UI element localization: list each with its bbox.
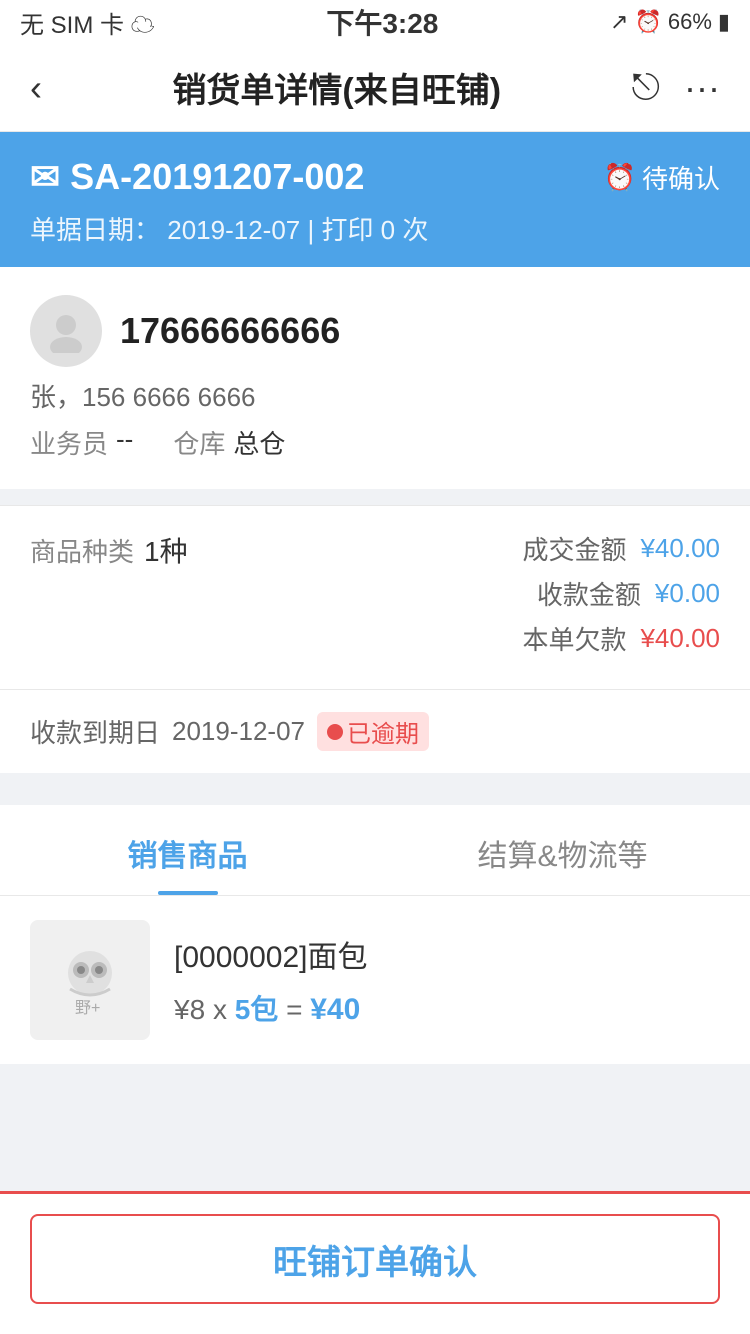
nav-right-actions: ⎋ ··· (632, 66, 720, 109)
salesperson-value: -- (116, 424, 133, 461)
date-value: 2019-12-07 (167, 215, 300, 245)
owed-row: 本单欠款 ¥40.00 (522, 620, 720, 657)
order-date: 单据日期： 2019-12-07 | 打印 0 次 (30, 210, 720, 247)
confirm-button-wrap: 旺铺订单确认 (0, 1191, 750, 1334)
section-gap (0, 789, 750, 805)
overdue-badge: 已逾期 (317, 712, 429, 751)
amount-row: 成交金额 ¥40.00 (522, 530, 720, 567)
status-bar: 无 SIM 卡 ☁ 下午3:28 ↗ ⏰ 66% ▮ (0, 0, 750, 44)
product-item: 野+ [0000002]面包 ¥8 x 5包 = ¥40 (0, 896, 750, 1064)
product-details: [0000002]面包 ¥8 x 5包 = ¥40 (174, 932, 720, 1028)
tabs-row: 销售商品 结算&物流等 (0, 805, 750, 896)
product-kind-label: 商品种类 (30, 532, 134, 569)
nav-bar: ‹ 销货单详情(来自旺铺) ⎋ ··· (0, 44, 750, 132)
equals-icon: = (286, 994, 302, 1025)
overdue-text: 已逾期 (347, 714, 419, 749)
customer-meta: 业务员 -- 仓库 总仓 (30, 424, 720, 461)
order-id: ✉ SA-20191207-002 (30, 156, 364, 198)
customer-phone: 17666666666 (120, 310, 340, 352)
order-status-text: 待确认 (642, 159, 720, 196)
order-header: ✉ SA-20191207-002 ⏰ 待确认 单据日期： 2019-12-07… (0, 132, 750, 267)
svg-text:野+: 野+ (75, 999, 100, 1015)
customer-name-phone: 张，156 6666 6666 (30, 377, 720, 414)
tab-settlement[interactable]: 结算&物流等 (375, 805, 750, 895)
received-label: 收款金额 (537, 575, 641, 612)
overdue-dot-icon (327, 724, 343, 740)
product-name: [0000002]面包 (174, 932, 720, 976)
back-button[interactable]: ‹ (30, 67, 42, 109)
clock-icon: ⏰ (604, 162, 636, 193)
status-right: ↗ ⏰ 66% ▮ (610, 9, 730, 35)
salesperson-label: 业务员 (30, 424, 108, 461)
inbox-icon: ✉ (30, 156, 60, 198)
received-value: ¥0.00 (655, 578, 720, 609)
tabs-section: 销售商品 结算&物流等 野+ [0000002]面包 ¥8 x (0, 805, 750, 1064)
tab-sales-products[interactable]: 销售商品 (0, 805, 375, 895)
confirm-order-button[interactable]: 旺铺订单确认 (30, 1214, 720, 1304)
summary-left: 商品种类 1种 (30, 530, 188, 570)
more-button[interactable]: ··· (684, 67, 720, 109)
owed-value: ¥40.00 (640, 623, 720, 654)
product-kind-row: 商品种类 1种 (30, 530, 188, 570)
alarm-icon: ⏰ (634, 9, 661, 35)
warehouse-item: 仓库 总仓 (173, 424, 285, 461)
avatar (30, 295, 102, 367)
status-time: 下午3:28 (326, 2, 438, 42)
no-sim-text: 无 SIM 卡 ☁ (20, 5, 155, 40)
due-label: 收款到期日 (30, 713, 160, 750)
amount-label: 成交金额 (522, 530, 626, 567)
due-section: 收款到期日 2019-12-07 已逾期 (0, 690, 750, 773)
amount-value: ¥40.00 (640, 533, 720, 564)
location-icon: ↗ (610, 9, 628, 35)
summary-right: 成交金额 ¥40.00 收款金额 ¥0.00 本单欠款 ¥40.00 (522, 530, 720, 665)
warehouse-value: 总仓 (233, 424, 285, 461)
customer-section: 17666666666 张，156 6666 6666 业务员 -- 仓库 总仓 (0, 267, 750, 489)
due-date: 2019-12-07 (172, 716, 305, 747)
summary-section: 商品种类 1种 成交金额 ¥40.00 收款金额 ¥0.00 本单欠款 ¥40.… (0, 506, 750, 689)
product-thumbnail: 野+ (30, 920, 150, 1040)
battery-text: 66% (668, 9, 712, 35)
multiply-icon: x (213, 994, 227, 1025)
order-status: ⏰ 待确认 (604, 159, 720, 196)
quantity-value: 5包 (235, 994, 279, 1025)
date-label: 单据日期： (30, 215, 160, 245)
order-header-top: ✉ SA-20191207-002 ⏰ 待确认 (30, 156, 720, 198)
order-id-text: SA-20191207-002 (70, 156, 364, 198)
product-total: ¥40 (310, 993, 360, 1026)
product-kind-value: 1种 (144, 530, 188, 570)
print-info: | 打印 0 次 (307, 215, 428, 245)
page-title: 销货单详情(来自旺铺) (172, 63, 501, 112)
warehouse-label: 仓库 (173, 424, 225, 461)
status-left: 无 SIM 卡 ☁ (20, 5, 155, 40)
salesperson-item: 业务员 -- (30, 424, 133, 461)
product-price: ¥8 x 5包 = ¥40 (174, 988, 720, 1028)
share-button[interactable]: ⎋ (632, 66, 660, 109)
received-row: 收款金额 ¥0.00 (522, 575, 720, 612)
battery-icon: ▮ (718, 9, 730, 35)
customer-row: 17666666666 (30, 295, 720, 367)
price-unit: ¥8 (174, 994, 205, 1025)
owed-label: 本单欠款 (522, 620, 626, 657)
